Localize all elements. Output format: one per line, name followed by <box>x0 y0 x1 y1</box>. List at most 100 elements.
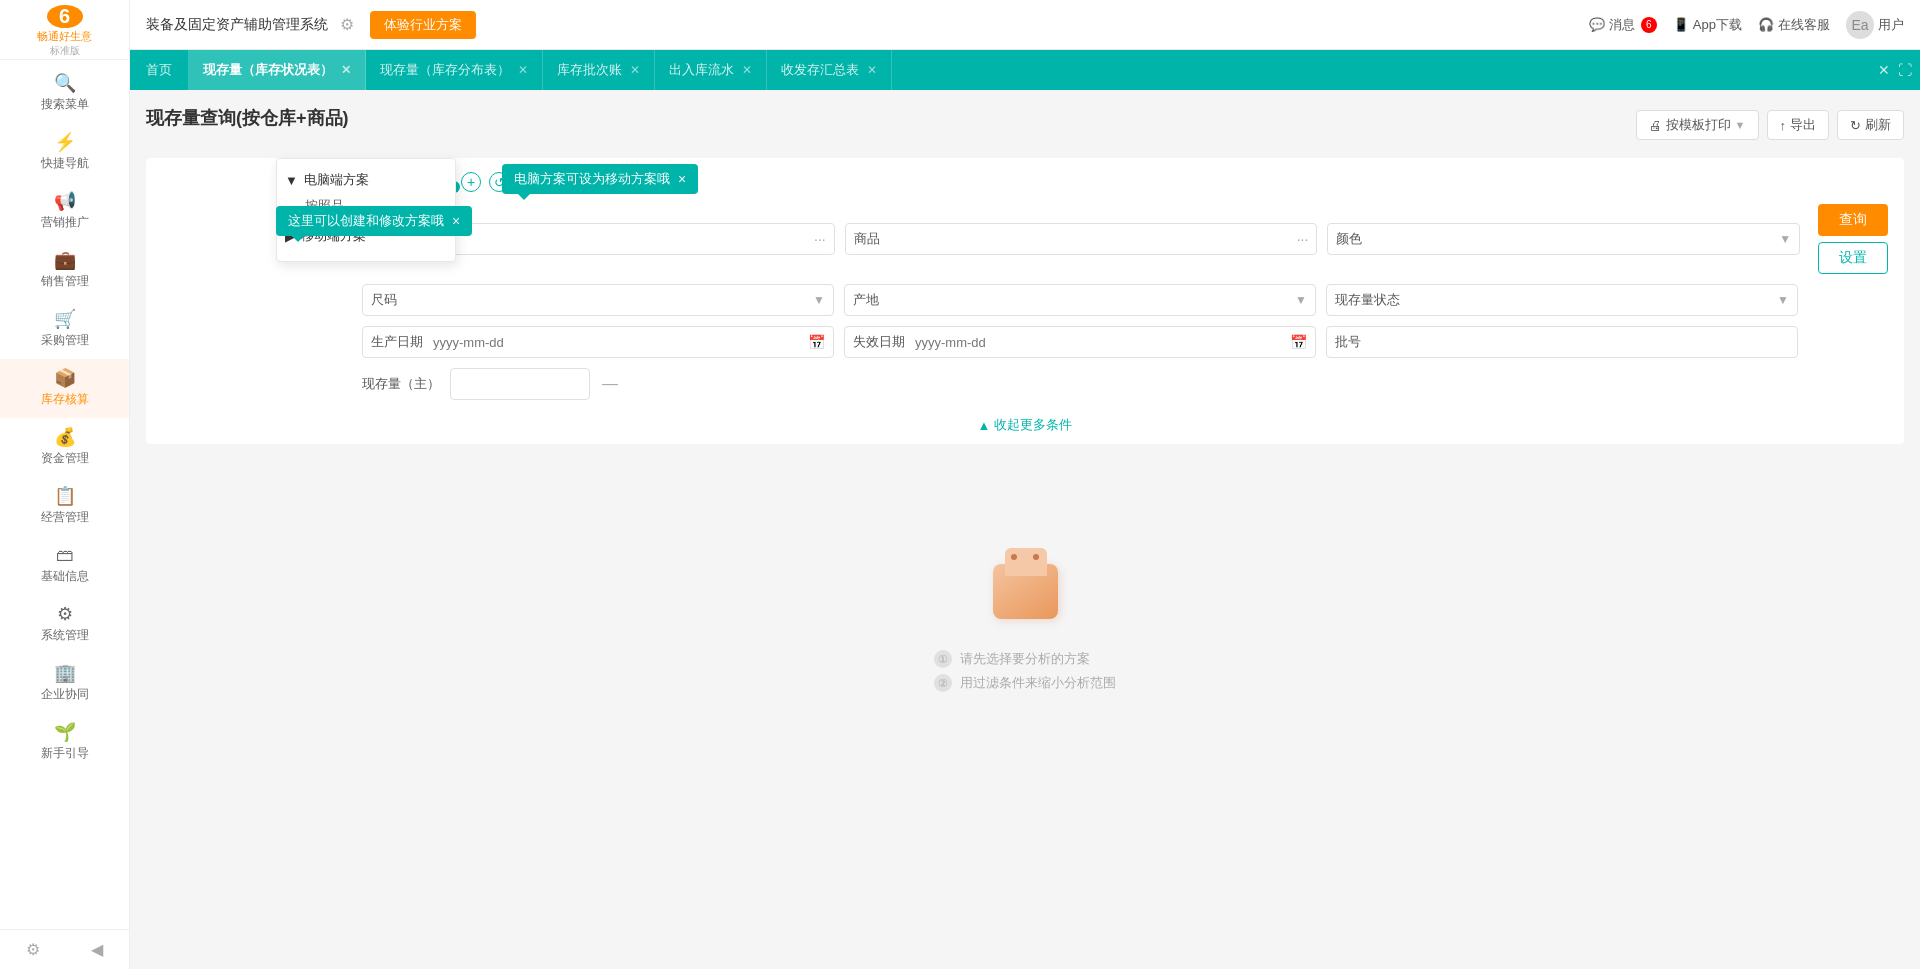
hint-num-2: ② <box>934 674 952 692</box>
tab-receive-summary[interactable]: 收发存汇总表 ✕ <box>767 50 892 90</box>
filter-field-batch[interactable]: 批号 <box>1326 326 1798 358</box>
tooltip-close-btn-2[interactable]: × <box>452 213 460 229</box>
filter-field-produce-date[interactable]: 生产日期 📅 <box>362 326 834 358</box>
origin-label: 产地 <box>853 291 879 309</box>
expire-date-input[interactable] <box>915 335 1280 350</box>
sidebar-item-label: 资金管理 <box>41 450 89 467</box>
print-caret-icon: ▼ <box>1735 119 1746 131</box>
print-btn[interactable]: 🖨 按模板打印 ▼ <box>1636 110 1759 140</box>
tooltip-text: 这里可以创建和修改方案哦 <box>288 212 444 230</box>
sidebar-item-marketing[interactable]: 📢 营销推广 <box>0 182 129 241</box>
user-area[interactable]: Ea 用户 <box>1846 11 1904 39</box>
batch-label: 批号 <box>1335 333 1361 351</box>
tab-label: 现存量（库存分布表） <box>380 61 510 79</box>
sidebar-item-label: 库存核算 <box>41 391 89 408</box>
sidebar-item-basic-info[interactable]: 🗃 基础信息 <box>0 536 129 595</box>
tab-io-flow[interactable]: 出入库流水 ✕ <box>655 50 767 90</box>
empty-state: ① 请先选择要分析的方案 ② 用过滤条件来缩小分析范围 <box>146 454 1904 772</box>
export-btn[interactable]: ↑ 导出 <box>1767 110 1830 140</box>
color-label: 颜色 <box>1336 230 1362 248</box>
empty-hint-1: ① 请先选择要分析的方案 <box>934 650 1116 668</box>
empty-box-face <box>1005 548 1047 576</box>
filter-field-color[interactable]: 颜色 ▼ <box>1327 223 1800 255</box>
finance-icon: 💰 <box>54 428 76 446</box>
sidebar-item-inventory[interactable]: 📦 库存核算 <box>0 359 129 418</box>
sidebar-item-sales[interactable]: 💼 销售管理 <box>0 241 129 300</box>
logo-icon: 6 <box>47 5 83 28</box>
search-menu-icon: 🔍 <box>54 74 76 92</box>
sales-icon: 💼 <box>54 251 76 269</box>
stock-qty-label: 现存量（主） <box>362 375 440 393</box>
tab-expand-icon[interactable]: ⛶ <box>1898 62 1912 78</box>
empty-eye-left <box>1011 554 1017 560</box>
filter-field-size[interactable]: 尺码 ▼ <box>362 284 834 316</box>
sidebar-item-enterprise[interactable]: 🏢 企业协同 <box>0 654 129 713</box>
filter-field-product[interactable]: 商品 ··· <box>845 223 1318 255</box>
stock-qty-from[interactable] <box>450 368 590 400</box>
sidebar-item-finance[interactable]: 💰 资金管理 <box>0 418 129 477</box>
topbar-right: 💬 消息 6 📱 App下载 🎧 在线客服 Ea 用户 <box>1589 11 1904 39</box>
product-more-icon[interactable]: ··· <box>1297 231 1309 247</box>
scheme-group-label: 电脑端方案 <box>304 171 369 189</box>
produce-date-label: 生产日期 <box>371 333 423 351</box>
tab-close-icon[interactable]: ✕ <box>518 63 528 77</box>
hint-text-1: 请先选择要分析的方案 <box>960 650 1090 668</box>
size-label: 尺码 <box>371 291 397 309</box>
scheme-group-pc-title[interactable]: ▼ 电脑端方案 <box>277 167 455 193</box>
page-actions: 🖨 按模板打印 ▼ ↑ 导出 ↻ 刷新 <box>1636 110 1904 140</box>
tab-label: 现存量（库存状况表） <box>203 61 333 79</box>
produce-date-input[interactable] <box>433 335 798 350</box>
filter-add-btn[interactable]: + <box>461 172 481 192</box>
filter-field-stock-status[interactable]: 现存量状态 ▼ <box>1326 284 1798 316</box>
sidebar-item-label: 经营管理 <box>41 509 89 526</box>
app-download-btn[interactable]: 📱 App下载 <box>1673 16 1742 34</box>
filter-field-expire-date[interactable]: 失效日期 📅 <box>844 326 1316 358</box>
stock-status-label: 现存量状态 <box>1335 291 1400 309</box>
service-btn[interactable]: 🎧 在线客服 <box>1758 16 1830 34</box>
empty-illustration <box>975 534 1075 634</box>
tab-home-label: 首页 <box>146 61 172 79</box>
export-icon: ↑ <box>1780 118 1787 133</box>
tab-close-icon[interactable]: ✕ <box>630 63 640 77</box>
refresh-btn[interactable]: ↻ 刷新 <box>1837 110 1904 140</box>
stock-status-caret-icon[interactable]: ▼ <box>1777 293 1789 307</box>
logo-area: 6 畅通好生意 标准版 <box>0 0 129 60</box>
topbar-settings-icon[interactable]: ⚙ <box>340 15 354 34</box>
filter-field-origin[interactable]: 产地 ▼ <box>844 284 1316 316</box>
sidebar-item-quick-nav[interactable]: ⚡ 快捷导航 <box>0 123 129 182</box>
query-btn[interactable]: 查询 <box>1818 204 1888 236</box>
settings-btn[interactable]: ⚙ <box>26 940 40 959</box>
origin-caret-icon[interactable]: ▼ <box>1295 293 1307 307</box>
sidebar-item-guide[interactable]: 🌱 新手引导 <box>0 713 129 772</box>
scheme-group-arrow-icon: ▼ <box>285 173 298 188</box>
color-caret-icon[interactable]: ▼ <box>1779 232 1791 246</box>
message-btn[interactable]: 💬 消息 6 <box>1589 16 1657 34</box>
sidebar-item-label: 基础信息 <box>41 568 89 585</box>
filter-collapse-btn[interactable]: ▲ 收起更多条件 <box>162 410 1888 444</box>
tab-inventory-dist[interactable]: 现存量（库存分布表） ✕ <box>366 50 543 90</box>
tab-close-icon[interactable]: ✕ <box>742 63 752 77</box>
hint-text-2: 用过滤条件来缩小分析范围 <box>960 674 1116 692</box>
tab-close-icon[interactable]: ✕ <box>341 63 351 77</box>
sidebar-item-label: 快捷导航 <box>41 155 89 172</box>
sidebar-item-operations[interactable]: 📋 经营管理 <box>0 477 129 536</box>
tab-close-icon[interactable]: ✕ <box>867 63 877 77</box>
tab-inventory-status[interactable]: 现存量（库存状况表） ✕ <box>189 50 366 90</box>
tab-home[interactable]: 首页 <box>130 50 189 90</box>
warehouse-more-icon[interactable]: ··· <box>814 231 826 247</box>
tooltip-close-btn[interactable]: × <box>678 171 686 187</box>
trial-btn[interactable]: 体验行业方案 <box>370 11 476 39</box>
sidebar-item-search-menu[interactable]: 🔍 搜索菜单 <box>0 64 129 123</box>
collapse-btn[interactable]: ◀ <box>91 940 103 959</box>
sidebar-item-purchase[interactable]: 🛒 采购管理 <box>0 300 129 359</box>
sidebar-item-system[interactable]: ⚙ 系统管理 <box>0 595 129 654</box>
empty-eye-right <box>1033 554 1039 560</box>
tab-close-all-icon[interactable]: ✕ <box>1878 62 1890 78</box>
topbar: 装备及固定资产辅助管理系统 ⚙ 体验行业方案 💬 消息 6 📱 App下载 🎧 … <box>130 0 1920 50</box>
calendar-icon[interactable]: 📅 <box>808 334 825 350</box>
set-btn[interactable]: 设置 <box>1818 242 1888 274</box>
basic-info-icon: 🗃 <box>56 546 74 564</box>
tab-batch-account[interactable]: 库存批次账 ✕ <box>543 50 655 90</box>
calendar-icon-2[interactable]: 📅 <box>1290 334 1307 350</box>
size-caret-icon[interactable]: ▼ <box>813 293 825 307</box>
